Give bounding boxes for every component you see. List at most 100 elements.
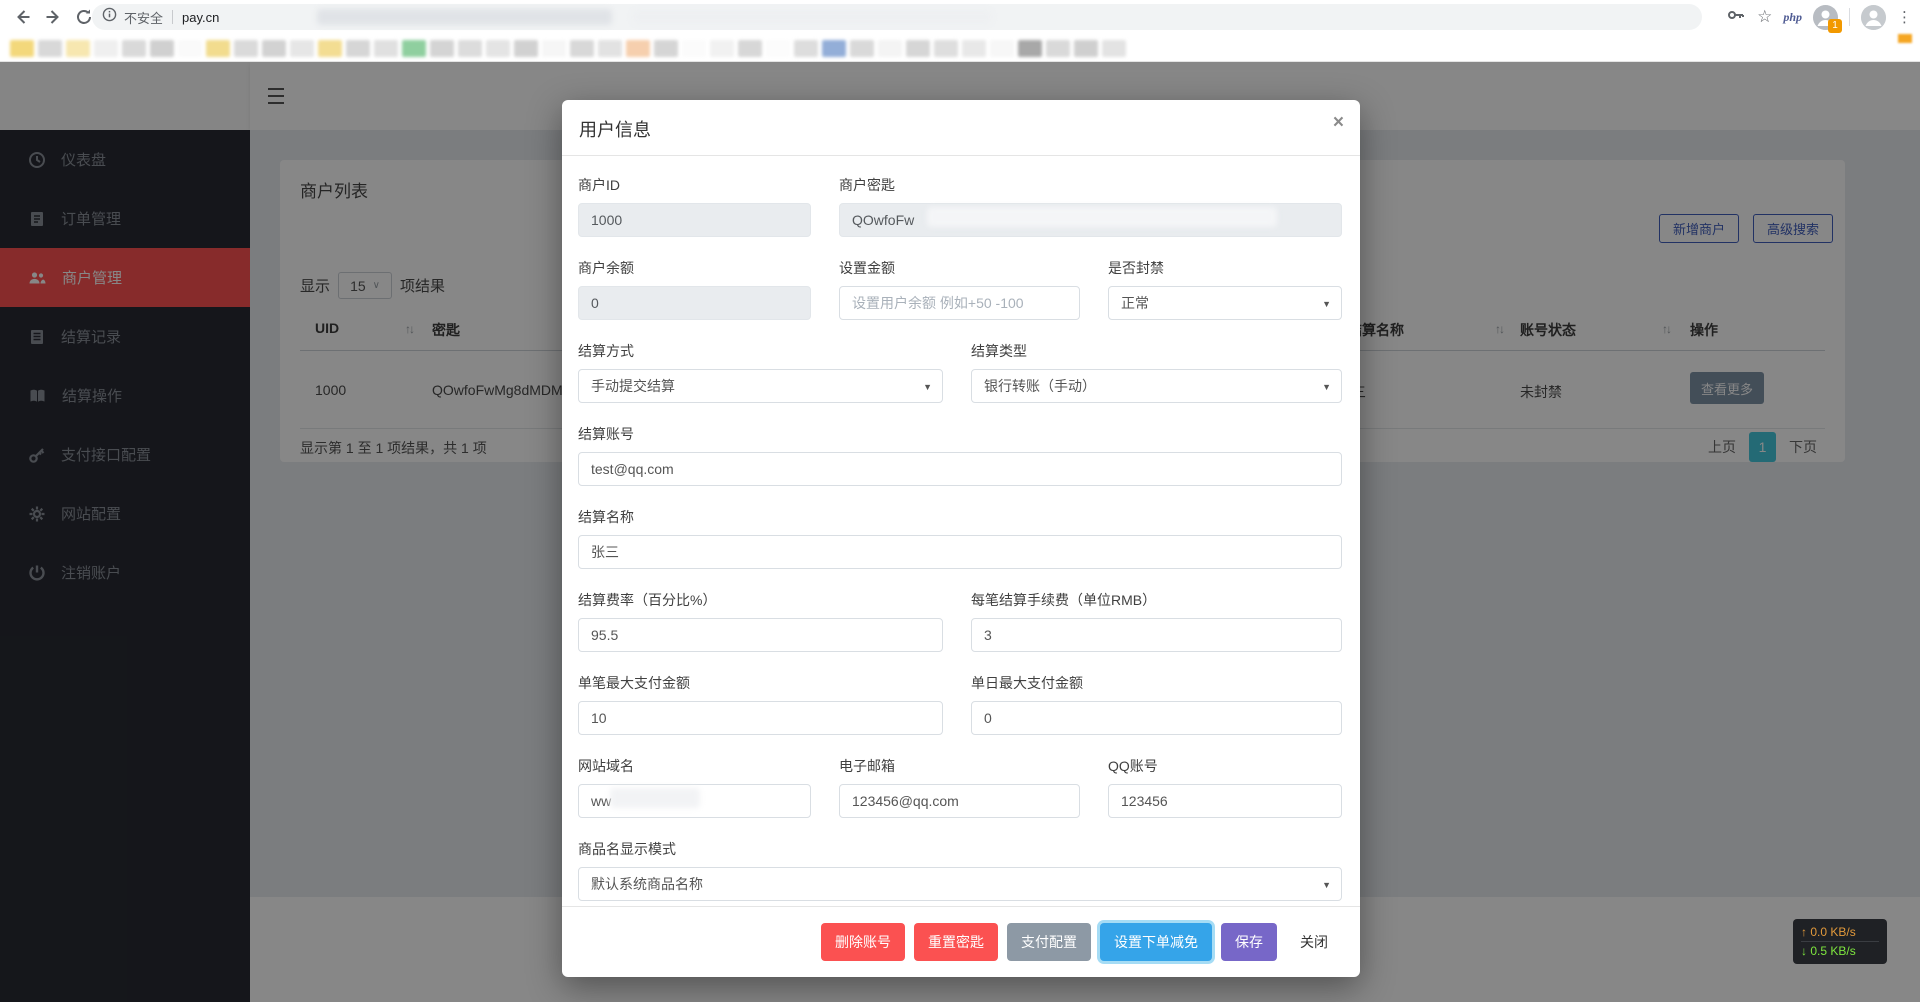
back-icon[interactable] xyxy=(10,5,34,29)
set-amount-field[interactable] xyxy=(839,286,1080,320)
product-mode-value: 默认系统商品名称 xyxy=(591,876,703,892)
email-field[interactable] xyxy=(839,784,1080,818)
ban-status-select[interactable]: 正常 ▼ xyxy=(1108,286,1342,320)
bookmark-blur xyxy=(682,40,706,57)
close-button[interactable]: 关闭 xyxy=(1286,923,1342,961)
bookmark-blur xyxy=(486,40,510,57)
bookmark-blur xyxy=(738,40,762,57)
balance-field xyxy=(578,286,811,320)
bookmark-blur xyxy=(206,40,230,57)
upload-speed: ↑ 0.0 KB/s xyxy=(1801,923,1879,942)
forward-icon[interactable] xyxy=(42,5,66,29)
bookmark-blur xyxy=(402,40,426,57)
bookmark-blur xyxy=(626,40,650,57)
bookmark-blur xyxy=(262,40,286,57)
info-icon[interactable] xyxy=(102,7,117,27)
pay-config-button[interactable]: 支付配置 xyxy=(1007,923,1091,961)
settle-name-label: 结算名称 xyxy=(578,509,634,525)
settle-account-label: 结算账号 xyxy=(578,426,634,442)
bookmark-blur xyxy=(654,40,678,57)
password-key-icon[interactable] xyxy=(1726,5,1746,30)
bookmark-blur xyxy=(458,40,482,57)
balance-label: 商户余额 xyxy=(578,260,634,276)
merchant-secret-label: 商户密匙 xyxy=(839,177,895,193)
bookmark-blur xyxy=(850,40,874,57)
bookmark-blur xyxy=(934,40,958,57)
modal-title: 用户信息 xyxy=(579,120,651,140)
product-mode-label: 商品名显示模式 xyxy=(578,841,676,857)
url-blur xyxy=(317,9,612,25)
extension-avatar-icon[interactable]: 1 xyxy=(1813,4,1842,33)
settle-method-value: 手动提交结算 xyxy=(591,378,675,394)
bookmark-blur xyxy=(766,40,790,57)
bookmark-blur xyxy=(234,40,258,57)
qq-field[interactable] xyxy=(1108,784,1342,818)
order-discount-button[interactable]: 设置下单减免 xyxy=(1100,923,1212,961)
caret-down-icon: ▼ xyxy=(1322,880,1331,890)
settle-type-select[interactable]: 银行转账（手动） ▼ xyxy=(971,369,1342,403)
secret-blur xyxy=(927,207,1277,227)
bookmark-blur xyxy=(794,40,818,57)
browser-toolbar: 不安全 pay.cn ☆ php 1 ⋮ xyxy=(0,0,1920,34)
settle-method-label: 结算方式 xyxy=(578,343,634,359)
bookmark-blur xyxy=(514,40,538,57)
bookmark-blur xyxy=(122,40,146,57)
qq-label: QQ账号 xyxy=(1108,758,1158,774)
reset-secret-button[interactable]: 重置密匙 xyxy=(914,923,998,961)
caret-down-icon: ▼ xyxy=(1322,382,1331,392)
bookmark-blur xyxy=(150,40,174,57)
bookmark-blur xyxy=(178,40,202,57)
save-button[interactable]: 保存 xyxy=(1221,923,1277,961)
settle-type-value: 银行转账（手动） xyxy=(984,378,1096,394)
bookmark-blur xyxy=(906,40,930,57)
security-label: 不安全 xyxy=(124,10,164,26)
bookmark-blur xyxy=(990,40,1014,57)
bookmark-blur xyxy=(1074,40,1098,57)
bookmark-blur xyxy=(318,40,342,57)
settle-rate-field[interactable] xyxy=(578,618,943,652)
bookmark-blur xyxy=(10,40,34,57)
bookmark-blur xyxy=(94,40,118,57)
download-speed: ↓ 0.5 KB/s xyxy=(1801,944,1856,958)
max-daily-field[interactable] xyxy=(971,701,1342,735)
profile-avatar-icon[interactable] xyxy=(1861,4,1886,30)
close-icon[interactable]: × xyxy=(1333,113,1344,132)
settle-type-label: 结算类型 xyxy=(971,343,1027,359)
max-single-field[interactable] xyxy=(578,701,943,735)
bookmark-blur xyxy=(878,40,902,57)
address-bar[interactable]: 不安全 pay.cn xyxy=(92,4,1702,30)
domain-label: 网站域名 xyxy=(578,758,634,774)
php-extension-icon[interactable]: php xyxy=(1783,10,1802,25)
net-speed-widget: ↑ 0.0 KB/s ↓ 0.5 KB/s xyxy=(1793,919,1887,964)
bookmark-blur xyxy=(822,40,846,57)
settle-method-select[interactable]: 手动提交结算 ▼ xyxy=(578,369,943,403)
bookmark-blur xyxy=(346,40,370,57)
bookmark-blur xyxy=(66,40,90,57)
bookmark-star-icon[interactable]: ☆ xyxy=(1757,7,1772,27)
merchant-id-label: 商户ID xyxy=(578,177,620,193)
bookmarks-bar[interactable] xyxy=(0,34,1920,62)
bookmark-blur xyxy=(1102,40,1126,57)
bookmark-blur xyxy=(430,40,454,57)
set-amount-label: 设置金额 xyxy=(839,260,895,276)
settle-fee-field[interactable] xyxy=(971,618,1342,652)
bookmark-blur xyxy=(1046,40,1070,57)
screen: 不安全 pay.cn ☆ php 1 ⋮ 仪表盘 订单管理 商户管理 结算记录 … xyxy=(0,0,1920,1002)
settle-account-field[interactable] xyxy=(578,452,1342,486)
max-single-label: 单笔最大支付金额 xyxy=(578,675,690,691)
product-mode-select[interactable]: 默认系统商品名称 ▼ xyxy=(578,867,1342,901)
max-daily-label: 单日最大支付金额 xyxy=(971,675,1083,691)
delete-account-button[interactable]: 删除账号 xyxy=(821,923,905,961)
bookmark-blur xyxy=(570,40,594,57)
divider xyxy=(1849,8,1850,26)
bookmark-blur xyxy=(962,40,986,57)
caret-down-icon: ▼ xyxy=(923,382,932,392)
url-text: pay.cn xyxy=(182,9,220,25)
url-blur-2 xyxy=(632,10,992,24)
settle-name-field[interactable] xyxy=(578,535,1342,569)
settle-fee-label: 每笔结算手续费（单位RMB） xyxy=(971,592,1157,608)
chrome-menu-icon[interactable]: ⋮ xyxy=(1897,8,1912,26)
merchant-id-field xyxy=(578,203,811,237)
caret-down-icon: ▼ xyxy=(1322,299,1331,309)
domain-blur xyxy=(610,788,700,808)
